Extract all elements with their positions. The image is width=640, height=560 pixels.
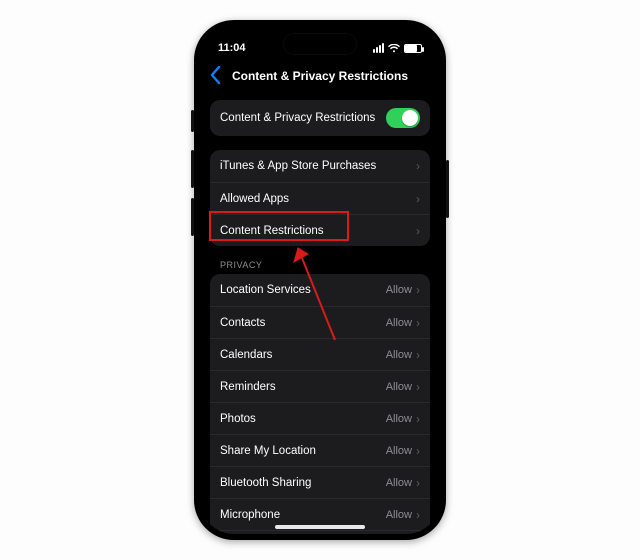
chevron-right-icon: › (416, 284, 420, 296)
row-label: Allowed Apps (220, 193, 416, 205)
share-location-row[interactable]: Share My Location Allow › (210, 434, 430, 466)
chevron-right-icon: › (416, 193, 420, 205)
row-value: Allow (386, 509, 412, 521)
chevron-right-icon: › (416, 349, 420, 361)
row-value: Allow (386, 317, 412, 329)
speech-recognition-row[interactable]: Speech Recognition Allow › (210, 530, 430, 534)
privacy-group: Location Services Allow › Contacts Allow… (210, 274, 430, 534)
chevron-left-icon (210, 66, 221, 84)
chevron-right-icon: › (416, 225, 420, 237)
toggle-group: Content & Privacy Restrictions (210, 100, 430, 136)
photos-row[interactable]: Photos Allow › (210, 402, 430, 434)
row-value: Allow (386, 381, 412, 393)
chevron-right-icon: › (416, 160, 420, 172)
row-value: Allow (386, 445, 412, 457)
volume-up (191, 150, 194, 188)
chevron-right-icon: › (416, 413, 420, 425)
itunes-purchases-row[interactable]: iTunes & App Store Purchases › (210, 150, 430, 182)
row-value: Allow (386, 284, 412, 296)
wifi-icon (388, 44, 400, 53)
dynamic-island (284, 34, 356, 54)
chevron-right-icon: › (416, 317, 420, 329)
mute-switch (191, 110, 194, 132)
row-label: Content Restrictions (220, 225, 416, 237)
chevron-right-icon: › (416, 477, 420, 489)
content-restrictions-row[interactable]: Content Restrictions › (210, 214, 430, 246)
volume-down (191, 198, 194, 236)
power-button (446, 160, 449, 218)
cellular-icon (373, 43, 384, 53)
row-value: Allow (386, 413, 412, 425)
content-privacy-toggle[interactable] (386, 108, 420, 128)
row-label: Calendars (220, 349, 386, 361)
nav-bar: Content & Privacy Restrictions (200, 60, 440, 92)
phone-frame: 11:04 Content & Privacy Restrictions Con… (194, 20, 446, 540)
bluetooth-sharing-row[interactable]: Bluetooth Sharing Allow › (210, 466, 430, 498)
chevron-right-icon: › (416, 445, 420, 457)
chevron-right-icon: › (416, 509, 420, 521)
restrictions-group: iTunes & App Store Purchases › Allowed A… (210, 150, 430, 246)
row-label: Microphone (220, 509, 386, 521)
row-label: Reminders (220, 381, 386, 393)
settings-content[interactable]: Content & Privacy Restrictions iTunes & … (200, 92, 440, 534)
row-value: Allow (386, 477, 412, 489)
allowed-apps-row[interactable]: Allowed Apps › (210, 182, 430, 214)
contacts-row[interactable]: Contacts Allow › (210, 306, 430, 338)
back-button[interactable] (210, 66, 228, 84)
home-indicator[interactable] (275, 525, 365, 529)
row-label: Contacts (220, 317, 386, 329)
calendars-row[interactable]: Calendars Allow › (210, 338, 430, 370)
chevron-right-icon: › (416, 381, 420, 393)
row-label: iTunes & App Store Purchases (220, 160, 416, 172)
status-time: 11:04 (218, 42, 246, 54)
row-value: Allow (386, 349, 412, 361)
location-services-row[interactable]: Location Services Allow › (210, 274, 430, 306)
screen: 11:04 Content & Privacy Restrictions Con… (200, 26, 440, 534)
row-label: Photos (220, 413, 386, 425)
row-label: Content & Privacy Restrictions (220, 112, 386, 124)
row-label: Location Services (220, 284, 386, 296)
status-indicators (373, 43, 422, 53)
row-label: Share My Location (220, 445, 386, 457)
content-privacy-toggle-row[interactable]: Content & Privacy Restrictions (210, 100, 430, 136)
privacy-header: Privacy (210, 260, 430, 274)
reminders-row[interactable]: Reminders Allow › (210, 370, 430, 402)
battery-icon (404, 44, 422, 53)
page-title: Content & Privacy Restrictions (232, 69, 408, 83)
row-label: Bluetooth Sharing (220, 477, 386, 489)
